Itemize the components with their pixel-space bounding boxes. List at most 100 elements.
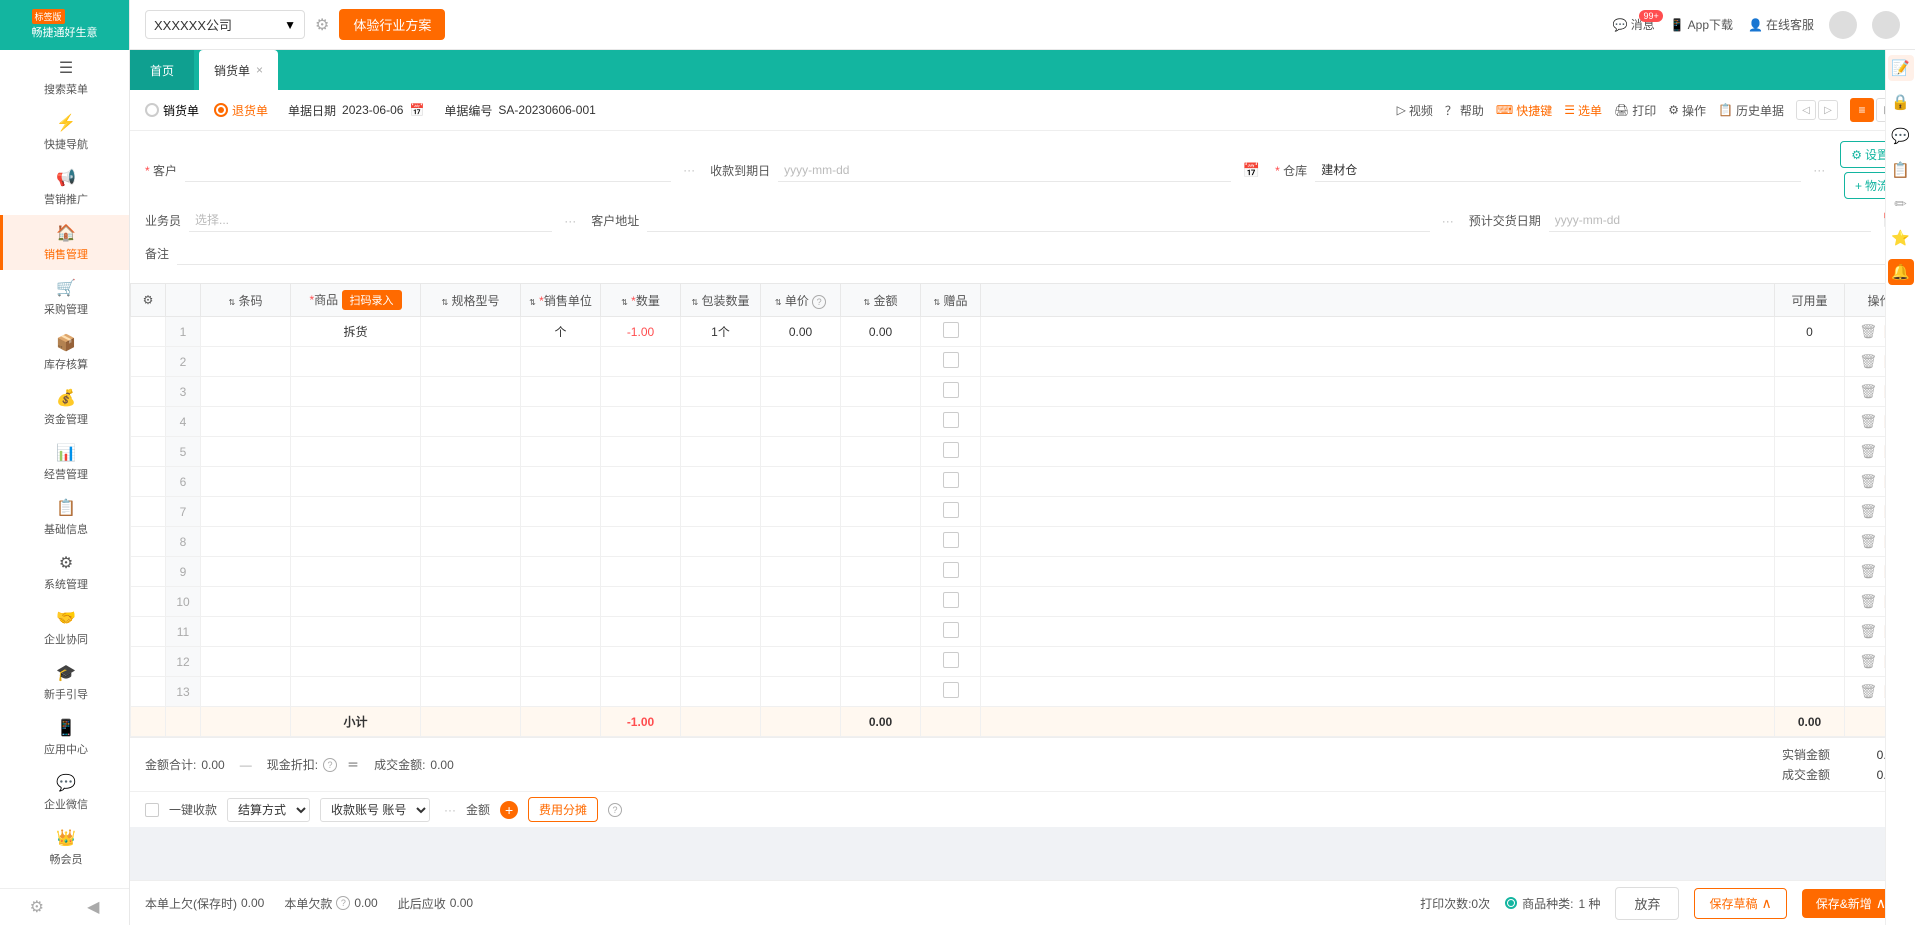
row-qty[interactable] <box>601 647 681 677</box>
delete-icon[interactable]: 🗑 <box>1859 353 1877 370</box>
row-qty[interactable] <box>601 467 681 497</box>
row-goods[interactable] <box>291 617 421 647</box>
gift-checkbox[interactable] <box>943 592 959 608</box>
gift-checkbox[interactable] <box>943 562 959 578</box>
message-button[interactable]: 💬 消息 99+ <box>1613 16 1655 33</box>
row-price[interactable] <box>761 377 841 407</box>
row-goods-1[interactable]: 拆货 <box>291 317 421 347</box>
customer-dots[interactable]: ··· <box>683 163 695 177</box>
user-avatar-extra[interactable] <box>1872 11 1900 39</box>
row-unit[interactable] <box>521 347 601 377</box>
sidebar-item-sales[interactable]: 🏠 销售管理 <box>0 215 129 270</box>
row-barcode[interactable] <box>201 347 291 377</box>
collapse-icon[interactable]: ◀ <box>87 897 99 917</box>
delete-icon-1[interactable]: 🗑 <box>1859 323 1877 340</box>
row-gift[interactable] <box>921 377 981 407</box>
customer-input[interactable] <box>185 159 671 182</box>
row-unit[interactable] <box>521 467 601 497</box>
row-qty[interactable] <box>601 497 681 527</box>
th-config[interactable]: ⚙ <box>131 284 166 317</box>
customer-addr-input[interactable] <box>647 209 1429 232</box>
delete-icon[interactable]: 🗑 <box>1859 533 1877 550</box>
next-arrow[interactable]: ▷ <box>1818 100 1838 120</box>
delete-icon[interactable]: 🗑 <box>1859 683 1877 700</box>
row-spec[interactable] <box>421 677 521 707</box>
gift-checkbox[interactable] <box>943 622 959 638</box>
sidebar-item-management[interactable]: 📊 经营管理 <box>0 435 129 490</box>
price-help-icon[interactable]: ? <box>812 295 826 309</box>
row-goods[interactable] <box>291 647 421 677</box>
scan-barcode-button[interactable]: 扫码录入 <box>342 290 402 310</box>
note-input[interactable] <box>177 242 1900 265</box>
history-btn[interactable]: 📋 历史单据 <box>1718 102 1784 119</box>
row-price[interactable] <box>761 347 841 377</box>
row-qty[interactable] <box>601 557 681 587</box>
row-goods[interactable] <box>291 407 421 437</box>
delete-icon[interactable]: 🗑 <box>1859 443 1877 460</box>
tab-sales-order[interactable]: 销货单 × <box>199 50 278 90</box>
row-price[interactable] <box>761 527 841 557</box>
row-gift[interactable] <box>921 407 981 437</box>
row-spec[interactable] <box>421 407 521 437</box>
row-goods[interactable] <box>291 527 421 557</box>
delete-icon[interactable]: 🗑 <box>1859 623 1877 640</box>
row-price-1[interactable]: 0.00 <box>761 317 841 347</box>
sidebar-item-purchase[interactable]: 🛒 采购管理 <box>0 270 129 325</box>
warehouse-dots[interactable]: ··· <box>1813 163 1825 177</box>
sidebar-item-enterprise[interactable]: 🤝 企业协同 <box>0 600 129 655</box>
expense-help-icon[interactable]: ? <box>608 803 622 817</box>
row-amount[interactable] <box>841 647 921 677</box>
row-spec[interactable] <box>421 347 521 377</box>
row-unit[interactable] <box>521 437 601 467</box>
discard-button[interactable]: 放弃 <box>1615 887 1679 920</box>
row-gift[interactable] <box>921 497 981 527</box>
sidebar-item-member[interactable]: 👑 畅会员 <box>0 820 129 875</box>
settings-bottom-icon[interactable]: ⚙ <box>30 897 44 917</box>
cash-discount-help[interactable]: ? <box>323 758 337 772</box>
topbar-gear-icon[interactable]: ⚙ <box>315 15 329 35</box>
row-goods[interactable] <box>291 557 421 587</box>
calendar-icon[interactable]: 📅 <box>409 103 424 117</box>
row-pkg[interactable] <box>681 587 761 617</box>
row-price[interactable] <box>761 557 841 587</box>
row-barcode-1[interactable] <box>201 317 291 347</box>
delete-icon[interactable]: 🗑 <box>1859 653 1877 670</box>
row-barcode[interactable] <box>201 407 291 437</box>
row-barcode[interactable] <box>201 557 291 587</box>
row-amount[interactable] <box>841 347 921 377</box>
row-barcode[interactable] <box>201 677 291 707</box>
delete-icon[interactable]: 🗑 <box>1859 413 1877 430</box>
row-qty-1[interactable]: -1.00 <box>601 317 681 347</box>
row-barcode[interactable] <box>201 377 291 407</box>
delete-icon[interactable]: 🗑 <box>1859 593 1877 610</box>
row-price[interactable] <box>761 497 841 527</box>
sidebar-item-wechat[interactable]: 💬 企业微信 <box>0 765 129 820</box>
sidebar-item-quick[interactable]: ⚡ 快捷导航 <box>0 105 129 160</box>
right-panel-icon-4[interactable]: 📋 <box>1888 157 1914 183</box>
row-pkg[interactable] <box>681 467 761 497</box>
row-pkg[interactable] <box>681 617 761 647</box>
row-gift[interactable] <box>921 467 981 497</box>
save-draft-button[interactable]: 保存草稿 ∧ <box>1694 888 1786 919</box>
row-pkg[interactable] <box>681 437 761 467</box>
row-goods[interactable] <box>291 377 421 407</box>
row-unit[interactable] <box>521 407 601 437</box>
salesman-dots[interactable]: ··· <box>564 214 576 228</box>
gift-checkbox[interactable] <box>943 502 959 518</box>
row-goods[interactable] <box>291 587 421 617</box>
row-qty[interactable] <box>601 617 681 647</box>
warehouse-input[interactable] <box>1315 159 1801 182</box>
row-unit[interactable] <box>521 497 601 527</box>
row-price[interactable] <box>761 437 841 467</box>
row-price[interactable] <box>761 677 841 707</box>
row-pkg[interactable] <box>681 677 761 707</box>
row-amount[interactable] <box>841 617 921 647</box>
row-price[interactable] <box>761 407 841 437</box>
row-pkg[interactable] <box>681 407 761 437</box>
row-amount[interactable] <box>841 677 921 707</box>
row-spec[interactable] <box>421 617 521 647</box>
row-qty[interactable] <box>601 437 681 467</box>
row-barcode[interactable] <box>201 467 291 497</box>
row-goods[interactable] <box>291 467 421 497</box>
row-pkg-1[interactable]: 1个 <box>681 317 761 347</box>
